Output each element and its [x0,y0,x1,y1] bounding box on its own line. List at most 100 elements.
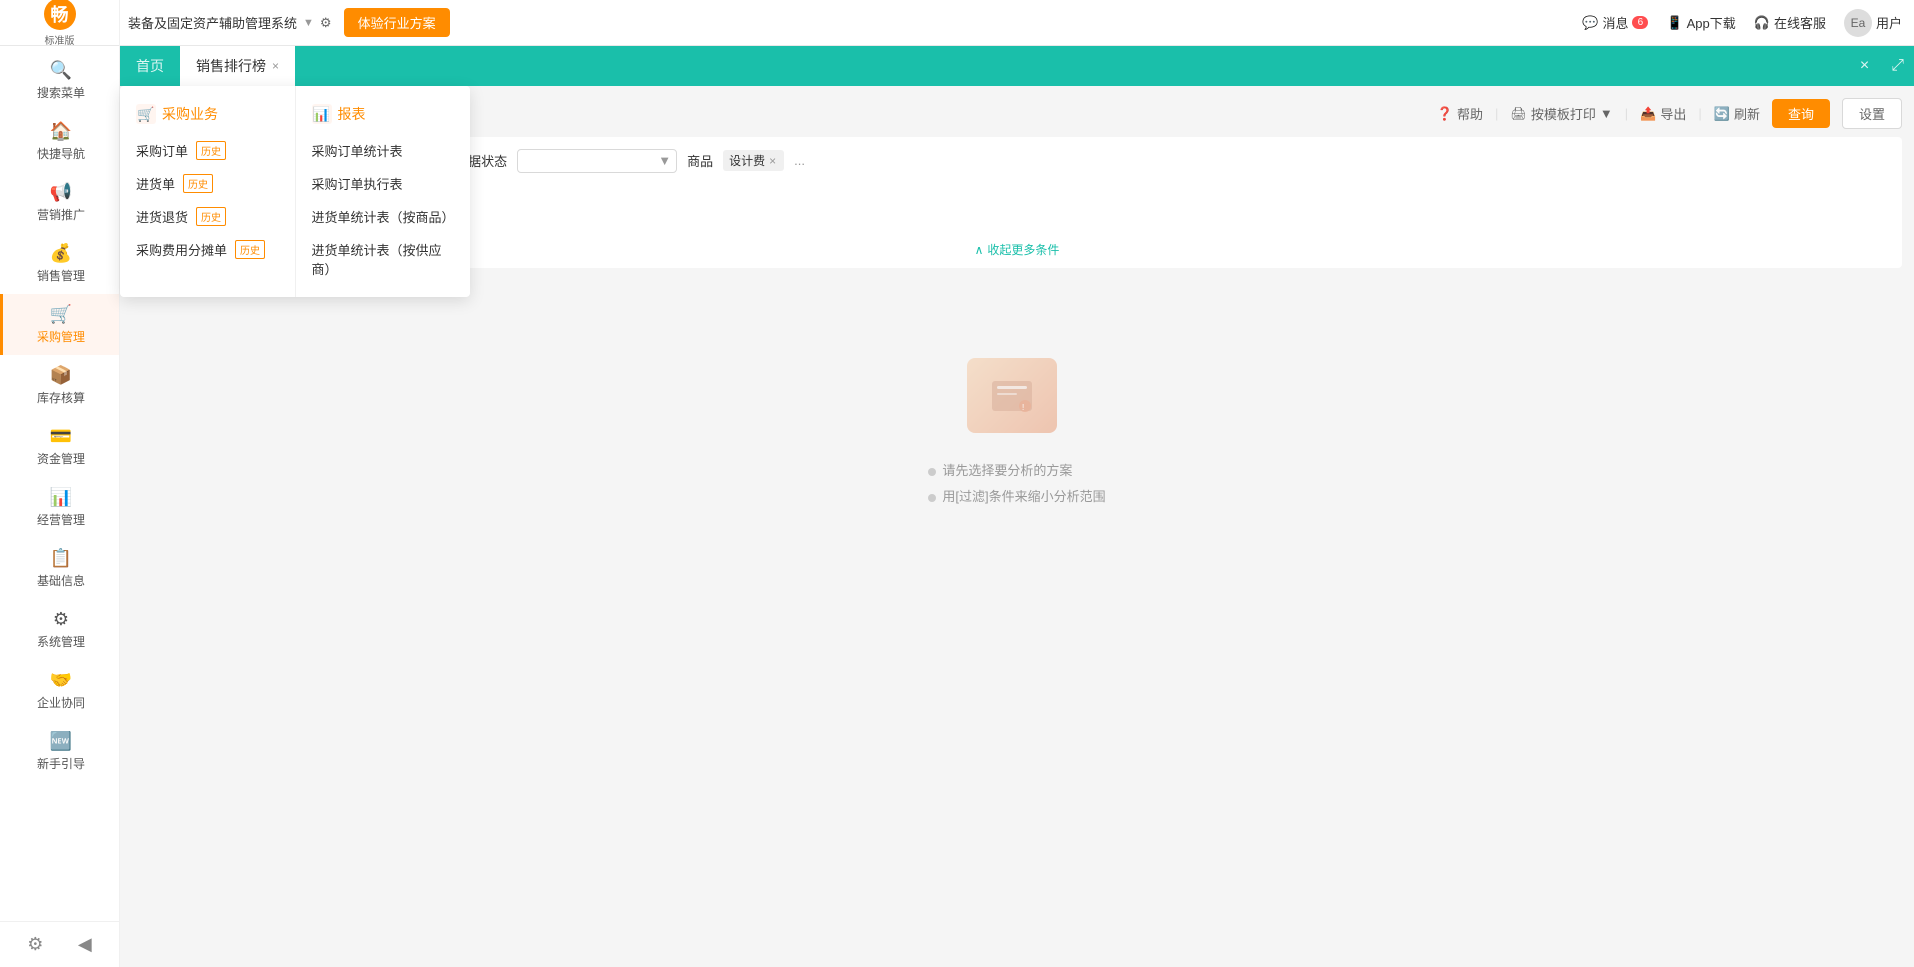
sidebar: 🔍 搜索菜单 🏠 快捷导航 📢 营销推广 💰 销售管理 🛒 采购管理 📦 库存核… [0,0,120,967]
online-service-btn[interactable]: 🎧 在线客服 [1754,13,1826,32]
dropdown-item-goods-by-product[interactable]: 进货单统计表（按商品） [296,200,471,233]
print-icon: 🖨 [1510,106,1527,122]
sidebar-item-label: 经营管理 [37,511,85,528]
print-btn[interactable]: 🖨 按模板打印 ▼ [1510,104,1612,123]
dropdown-item-purchase-expense[interactable]: 采购费用分摊单 历史 [120,233,295,266]
window-expand-btn[interactable]: ⤢ [1881,46,1914,86]
message-badge: 6 [1632,16,1648,29]
dropdown-item-purchase-order-exec[interactable]: 采购订单执行表 [296,167,471,200]
export-btn[interactable]: 📤 导出 [1640,104,1686,123]
sidebar-item-search[interactable]: 🔍 搜索菜单 [0,50,119,111]
message-icon: 💬 [1582,15,1598,31]
sidebar-bottom: ⚙ ◀ [0,921,119,967]
dropdown-purchase-col: 🛒 采购业务 采购订单 历史 进货单 历史 进货退货 历史 采购费用分摊单 历史 [120,86,296,297]
collapse-label: 收起更多条件 [987,241,1059,258]
app-icon: 📱 [1666,15,1682,31]
capital-icon: 💳 [50,426,72,447]
sidebar-item-operations[interactable]: 📊 经营管理 [0,477,119,538]
operations-icon: 📊 [50,487,72,508]
report-header-icon: 📊 [312,104,332,124]
home-icon: 🏠 [50,121,72,142]
sidebar-menu: 🔍 搜索菜单 🏠 快捷导航 📢 营销推广 💰 销售管理 🛒 采购管理 📦 库存核… [0,46,119,921]
dropdown-item-purchase-order-stat[interactable]: 采购订单统计表 [296,134,471,167]
sidebar-item-label: 快捷导航 [37,145,85,162]
goods-tag: 设计费 × [723,150,784,171]
svg-text:!: ! [1022,403,1024,412]
goods-tag-text: 设计费 [729,152,765,169]
sidebar-item-label: 基础信息 [37,572,85,589]
hist-tag: 历史 [196,141,226,160]
sidebar-item-label: 库存核算 [37,389,85,406]
guide-icon: 🆕 [50,731,72,752]
goods-more-btn[interactable]: ... [794,153,805,168]
tab-close-icon[interactable]: × [272,59,279,73]
hist-tag: 历史 [183,174,213,193]
sidebar-settings-btn[interactable]: ⚙ [27,934,43,955]
purchase-header-icon: 🛒 [136,104,156,124]
system-dropdown-arrow[interactable]: ▼ [303,17,314,29]
sidebar-item-label: 销售管理 [37,267,85,284]
top-settings-icon[interactable]: ⚙ [320,15,332,31]
app-download-btn[interactable]: 📱 App下载 [1666,13,1735,32]
sidebar-item-label: 资金管理 [37,450,85,467]
purchase-icon: 🛒 [50,304,72,325]
sidebar-item-enterprise[interactable]: 🤝 企业协同 [0,660,119,721]
sidebar-item-label: 新手引导 [37,755,85,772]
sidebar-item-capital[interactable]: 💳 资金管理 [0,416,119,477]
system-name[interactable]: 装备及固定资产辅助管理系统 ▼ [128,13,314,32]
tab-sales-ranking-label: 销售排行榜 [196,56,266,76]
logo-icon: 畅 [44,0,76,30]
service-icon: 🎧 [1754,15,1770,31]
sidebar-item-label: 企业协同 [37,694,85,711]
industry-btn[interactable]: 体验行业方案 [344,8,450,37]
user-btn[interactable]: Ea 用户 [1844,9,1902,37]
sidebar-item-system[interactable]: ⚙ 系统管理 [0,599,119,660]
goods-tag-close[interactable]: × [769,154,776,168]
refresh-icon: 🔄 [1714,106,1730,122]
dropdown-purchase-header: 🛒 采购业务 [120,98,295,134]
top-bar: 畅 标准版 装备及固定资产辅助管理系统 ▼ ⚙ 体验行业方案 💬 消息 6 📱 … [0,0,1914,46]
dropdown-item-goods-by-supplier[interactable]: 进货单统计表（按供应商） [296,233,471,285]
refresh-btn[interactable]: 🔄 刷新 [1714,104,1760,123]
basic-icon: 📋 [50,548,72,569]
dropdown-report-header: 📊 报表 [296,98,471,134]
tab-home-label: 首页 [136,56,164,76]
enterprise-icon: 🤝 [50,670,72,691]
dropdown-report-col: 📊 报表 采购订单统计表 采购订单执行表 进货单统计表（按商品） 进货单统计表（… [296,86,471,297]
help-icon: ❓ [1437,106,1453,122]
top-bar-right: 💬 消息 6 📱 App下载 🎧 在线客服 Ea 用户 [1582,9,1902,37]
sidebar-item-basic[interactable]: 📋 基础信息 [0,538,119,599]
status-select[interactable] [517,149,677,173]
sales-icon: 💰 [50,243,72,264]
window-close-btn[interactable]: × [1848,46,1881,86]
sidebar-item-marketing[interactable]: 📢 营销推广 [0,172,119,233]
settings-btn[interactable]: 设置 [1842,98,1902,129]
dropdown-item-goods-return[interactable]: 进货退货 历史 [120,200,295,233]
inventory-icon: 📦 [50,365,72,386]
collapse-icon: ∧ [975,243,984,257]
sidebar-item-guide[interactable]: 🆕 新手引导 [0,721,119,782]
sidebar-item-nav[interactable]: 🏠 快捷导航 [0,111,119,172]
sidebar-item-label: 系统管理 [37,633,85,650]
help-btn[interactable]: ❓ 帮助 [1437,104,1483,123]
sidebar-item-label: 搜索菜单 [37,84,85,101]
sidebar-item-sales[interactable]: 💰 销售管理 [0,233,119,294]
query-btn[interactable]: 查询 [1772,99,1830,128]
dropdown-item-purchase-order[interactable]: 采购订单 历史 [120,134,295,167]
empty-state: ! 请先选择要分析的方案 用[过滤]条件来缩小分析范围 [132,278,1902,590]
dropdown-item-goods-receipt[interactable]: 进货单 历史 [120,167,295,200]
sidebar-collapse-btn[interactable]: ◀ [78,934,92,955]
goods-label: 商品 [687,151,713,170]
empty-icon: ! [967,358,1067,438]
tab-home[interactable]: 首页 [120,46,180,86]
sidebar-item-inventory[interactable]: 📦 库存核算 [0,355,119,416]
system-icon: ⚙ [53,609,69,630]
marketing-icon: 📢 [50,182,72,203]
export-icon: 📤 [1640,106,1656,122]
message-btn[interactable]: 💬 消息 6 [1582,13,1648,32]
tab-sales-ranking[interactable]: 销售排行榜 × [180,46,295,86]
sidebar-item-purchase[interactable]: 🛒 采购管理 [0,294,119,355]
empty-text: 请先选择要分析的方案 用[过滤]条件来缩小分析范围 [928,458,1105,510]
search-icon: 🔍 [50,60,72,81]
hist-tag: 历史 [196,207,226,226]
